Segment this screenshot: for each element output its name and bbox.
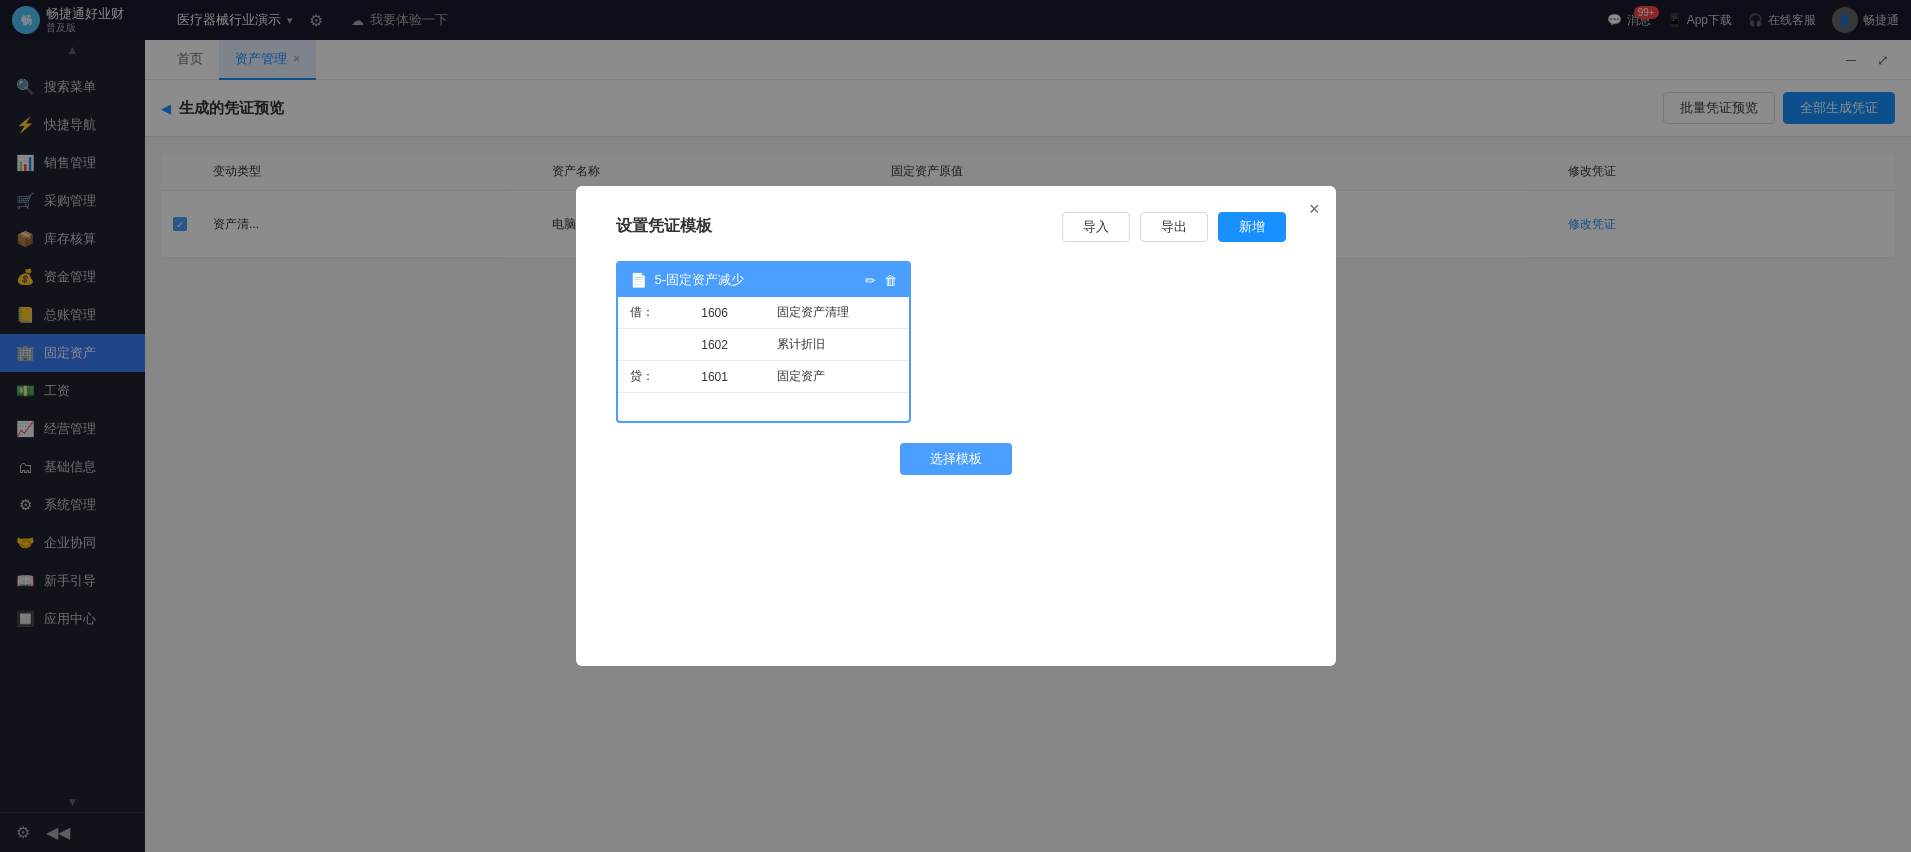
entry-code-1: 1606 [689,297,765,329]
export-button[interactable]: 导出 [1140,212,1208,242]
entry-side-2 [618,329,690,361]
entry-code-3: 1601 [689,361,765,393]
template-entry-row: 1602 累计折旧 [618,329,909,361]
select-template-button[interactable]: 选择模板 [900,443,1012,475]
template-name: 5-固定资产减少 [655,271,857,289]
template-delete-button[interactable]: 🗑 [884,273,897,288]
template-card-header: 📄 5-固定资产减少 ✏ 🗑 [618,263,909,297]
import-button[interactable]: 导入 [1062,212,1130,242]
template-entry-row: 借： 1606 固定资产清理 [618,297,909,329]
new-button[interactable]: 新增 [1218,212,1286,242]
entry-side-1: 借： [618,297,690,329]
entry-account-3: 固定资产 [765,361,909,393]
entry-side-3: 贷： [618,361,690,393]
modal-overlay: 设置凭证模板 × 导入 导出 新增 📄 5-固定资产减少 ✏ 🗑 借： [0,0,1911,852]
template-edit-button[interactable]: ✏ [865,273,876,288]
modal-action-buttons: 导入 导出 新增 [1062,212,1286,242]
template-entries-table: 借： 1606 固定资产清理 1602 累计折旧 贷： 1601 固定资产 [618,297,909,421]
modal-dialog: 设置凭证模板 × 导入 导出 新增 📄 5-固定资产减少 ✏ 🗑 借： [576,186,1336,666]
entry-code-2: 1602 [689,329,765,361]
template-card: 📄 5-固定资产减少 ✏ 🗑 借： 1606 固定资产清理 1602 [616,261,911,423]
modal-close-button[interactable]: × [1309,200,1320,218]
entry-account-1: 固定资产清理 [765,297,909,329]
template-entry-row: 贷： 1601 固定资产 [618,361,909,393]
entry-account-2: 累计折旧 [765,329,909,361]
template-card-actions: ✏ 🗑 [865,273,897,288]
template-doc-icon: 📄 [630,272,647,288]
template-empty-row [618,393,909,421]
